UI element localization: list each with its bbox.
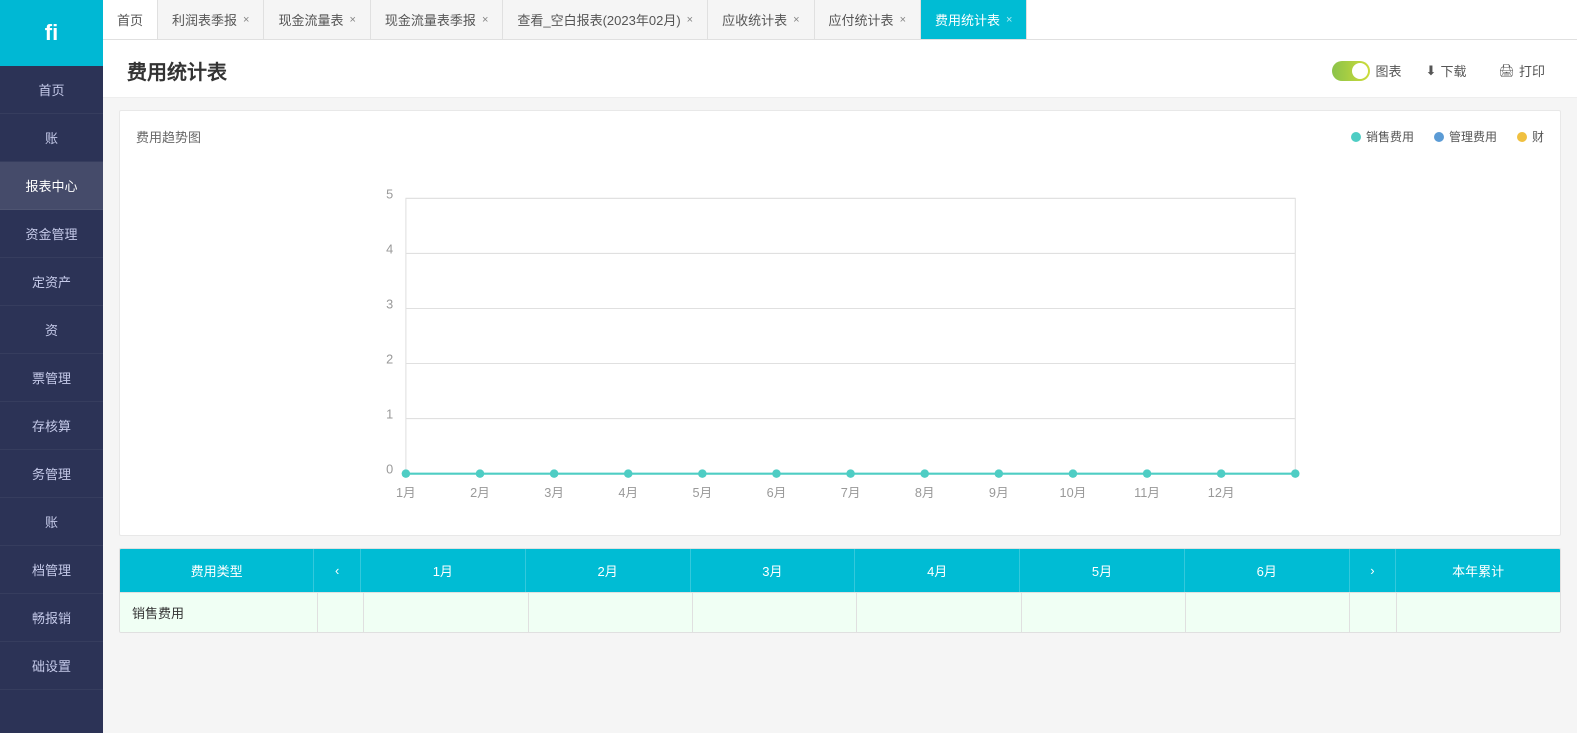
download-icon: ⬇ (1426, 63, 1437, 79)
chart-header: 费用趋势图 销售费用 管理费用 财 (136, 127, 1544, 146)
page-title: 费用统计表 (127, 56, 227, 85)
header-actions: 图表 ⬇ 下载 🖨 打印 (1332, 57, 1553, 84)
svg-text:3月: 3月 (544, 486, 564, 500)
td-m3 (693, 593, 857, 632)
th-m4: 4月 (855, 549, 1020, 592)
legend-dot-finance (1517, 132, 1527, 142)
print-button[interactable]: 🖨 打印 (1490, 57, 1553, 84)
sidebar-item-invoice[interactable]: 票管理 (0, 354, 103, 402)
table-header: 费用类型 ‹ 1月 2月 3月 4月 5月 6月 › 本年累计 (120, 549, 1560, 592)
content-area: 费用统计表 图表 ⬇ 下载 🖨 打印 费用趋势图 (103, 40, 1577, 733)
page-header: 费用统计表 图表 ⬇ 下载 🖨 打印 (103, 40, 1577, 98)
svg-text:3: 3 (386, 297, 393, 311)
sidebar-item-home[interactable]: 首页 (0, 66, 103, 114)
svg-text:4月: 4月 (618, 486, 638, 500)
td-prev-space (318, 593, 364, 632)
svg-text:9月: 9月 (989, 486, 1009, 500)
sidebar-item-sales[interactable]: 畅报销 (0, 594, 103, 642)
tab-profit[interactable]: 利润表季报 × (158, 0, 264, 39)
table-row: 销售费用 (120, 592, 1560, 632)
sidebar-item-payable[interactable]: 账 (0, 498, 103, 546)
th-m6: 6月 (1185, 549, 1350, 592)
tab-payable-stat[interactable]: 应付统计表 × (815, 0, 921, 39)
sidebar-item-assets[interactable]: 定资产 (0, 258, 103, 306)
close-tab-cashflow[interactable]: × (349, 14, 355, 26)
th-nav-next[interactable]: › (1350, 549, 1397, 592)
sidebar-item-settings[interactable]: 础设置 (0, 642, 103, 690)
close-tab-cashflow-quarterly[interactable]: × (482, 14, 488, 26)
th-m3: 3月 (691, 549, 856, 592)
legend-dot-admin (1434, 132, 1444, 142)
td-m6 (1186, 593, 1350, 632)
svg-text:1月: 1月 (396, 486, 416, 500)
legend-dot-sales (1351, 132, 1361, 142)
close-tab-blank-report[interactable]: × (687, 14, 693, 26)
th-m2: 2月 (526, 549, 691, 592)
legend-label-admin: 管理费用 (1449, 128, 1497, 145)
td-ytd (1397, 593, 1560, 632)
print-icon: 🖨 (1498, 63, 1515, 79)
chart-container: 0 1 2 3 4 5 (136, 156, 1544, 519)
th-m5: 5月 (1020, 549, 1185, 592)
close-tab-expense[interactable]: × (1006, 14, 1012, 26)
chart-legend: 销售费用 管理费用 财 (1351, 128, 1544, 145)
main-area: 首页 利润表季报 × 现金流量表 × 现金流量表季报 × 查看_空白报表(202… (103, 0, 1577, 733)
td-m2 (529, 593, 693, 632)
sidebar-item-ledger[interactable]: 账 (0, 114, 103, 162)
sidebar-item-service[interactable]: 务管理 (0, 450, 103, 498)
legend-label-finance: 财 (1532, 128, 1544, 145)
th-m1: 1月 (361, 549, 526, 592)
td-next-space (1350, 593, 1396, 632)
close-tab-payable-stat[interactable]: × (900, 14, 906, 26)
line-chart-svg: 0 1 2 3 4 5 (136, 156, 1544, 516)
svg-text:10月: 10月 (1060, 486, 1087, 500)
chart-section: 费用趋势图 销售费用 管理费用 财 (119, 110, 1561, 536)
tab-home[interactable]: 首页 (103, 0, 158, 39)
legend-sales: 销售费用 (1351, 128, 1414, 145)
legend-admin: 管理费用 (1434, 128, 1497, 145)
svg-text:7月: 7月 (841, 486, 861, 500)
svg-text:8月: 8月 (915, 486, 935, 500)
svg-text:5月: 5月 (692, 486, 712, 500)
th-nav-prev[interactable]: ‹ (314, 549, 361, 592)
tab-receivable[interactable]: 应收统计表 × (708, 0, 814, 39)
th-type: 费用类型 (120, 549, 314, 592)
td-m5 (1022, 593, 1186, 632)
sidebar-item-capital[interactable]: 资 (0, 306, 103, 354)
chart-toggle-wrap: 图表 (1332, 61, 1402, 81)
chart-title: 费用趋势图 (136, 127, 201, 146)
svg-text:2月: 2月 (470, 486, 490, 500)
td-type: 销售费用 (120, 593, 318, 632)
sidebar-item-reports[interactable]: 报表中心 (0, 162, 103, 210)
chart-toggle-label: 图表 (1376, 61, 1402, 80)
svg-text:4: 4 (386, 242, 393, 256)
svg-text:0: 0 (386, 463, 393, 477)
svg-text:12月: 12月 (1208, 486, 1235, 500)
download-button[interactable]: ⬇ 下载 (1418, 57, 1475, 84)
legend-label-sales: 销售费用 (1366, 128, 1414, 145)
sidebar-item-fund[interactable]: 资金管理 (0, 210, 103, 258)
close-tab-profit[interactable]: × (243, 14, 249, 26)
sidebar: fi 首页 账 报表中心 资金管理 定资产 资 票管理 存核算 务管理 账 档管… (0, 0, 103, 733)
tab-expense[interactable]: 费用统计表 × (921, 0, 1027, 39)
svg-text:6月: 6月 (767, 486, 787, 500)
tab-cashflow[interactable]: 现金流量表 × (264, 0, 370, 39)
sidebar-logo: fi (0, 0, 103, 66)
tab-bar: 首页 利润表季报 × 现金流量表 × 现金流量表季报 × 查看_空白报表(202… (103, 0, 1577, 40)
td-m4 (857, 593, 1021, 632)
td-m1 (364, 593, 528, 632)
svg-text:11月: 11月 (1134, 486, 1160, 500)
legend-finance: 财 (1517, 128, 1544, 145)
expense-table: 费用类型 ‹ 1月 2月 3月 4月 5月 6月 › 本年累计 销售费用 (119, 548, 1561, 633)
chart-toggle[interactable] (1332, 61, 1370, 81)
close-tab-receivable[interactable]: × (793, 14, 799, 26)
svg-text:1: 1 (386, 408, 393, 422)
sidebar-item-archive[interactable]: 档管理 (0, 546, 103, 594)
tab-blank-report[interactable]: 查看_空白报表(2023年02月) × (503, 0, 708, 39)
th-ytd: 本年累计 (1396, 549, 1560, 592)
svg-text:5: 5 (386, 187, 393, 201)
svg-text:2: 2 (386, 353, 393, 367)
sidebar-item-inventory[interactable]: 存核算 (0, 402, 103, 450)
tab-cashflow-quarterly[interactable]: 现金流量表季报 × (371, 0, 503, 39)
